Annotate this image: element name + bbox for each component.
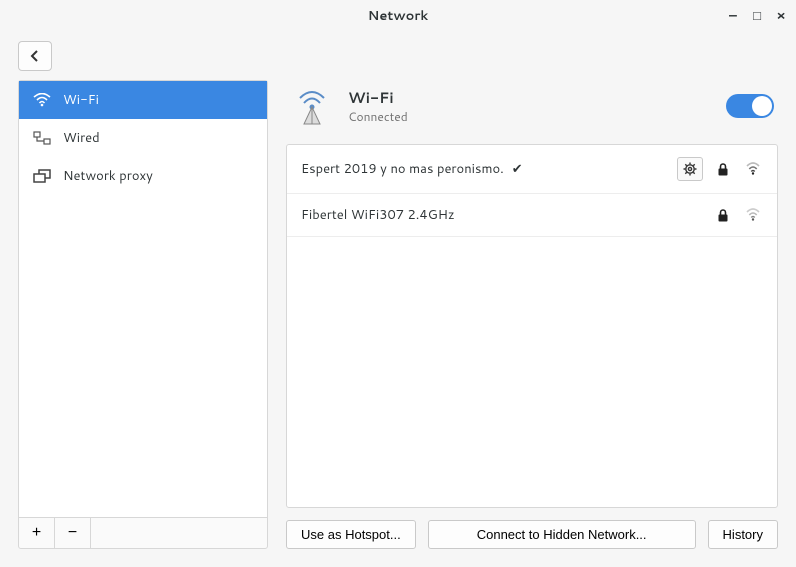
sidebar-item-label: Wi-Fi — [63, 91, 99, 109]
network-row[interactable]: Fibertel WiFi307 2.4GHz — [287, 194, 777, 237]
toggle-knob — [752, 96, 772, 116]
content-area: Wi-Fi Wired Network proxy + − — [0, 80, 796, 567]
connected-check-icon: ✔ — [512, 160, 523, 178]
wifi-signal-icon — [743, 208, 763, 222]
minimize-button[interactable]: – — [728, 11, 738, 21]
connection-status: Connected — [348, 108, 712, 125]
wifi-antenna-icon — [290, 84, 334, 128]
chevron-left-icon — [30, 50, 40, 62]
sidebar: Wi-Fi Wired Network proxy + − — [18, 80, 268, 549]
remove-connection-button[interactable]: − — [55, 518, 91, 548]
network-ssid: Fibertel WiFi307 2.4GHz — [301, 206, 455, 224]
sidebar-item-wifi[interactable]: Wi-Fi — [19, 81, 267, 119]
titlebar-controls: – □ × — [728, 11, 786, 21]
wifi-toggle[interactable] — [726, 94, 774, 118]
network-ssid: Espert 2019 y no mas peronismo. — [301, 160, 504, 178]
use-as-hotspot-button[interactable]: Use as Hotspot... — [286, 520, 416, 549]
wifi-icon — [33, 92, 51, 108]
network-row[interactable]: Espert 2019 y no mas peronismo. ✔ — [287, 145, 777, 194]
wifi-header-text: Wi-Fi Connected — [348, 87, 712, 125]
window-title: Network — [368, 7, 428, 25]
close-button[interactable]: × — [776, 11, 786, 21]
add-connection-button[interactable]: + — [19, 518, 55, 548]
lock-icon — [713, 163, 733, 176]
available-networks-list: Espert 2019 y no mas peronismo. ✔ — [286, 144, 778, 508]
sidebar-item-proxy[interactable]: Network proxy — [19, 157, 267, 195]
sidebar-footer: + − — [18, 517, 268, 549]
sidebar-item-label: Wired — [63, 129, 100, 147]
bottom-button-row: Use as Hotspot... Connect to Hidden Netw… — [286, 508, 778, 549]
wifi-header: Wi-Fi Connected — [286, 80, 778, 144]
back-button[interactable] — [18, 41, 52, 71]
page-title: Wi-Fi — [348, 87, 712, 108]
network-settings-button[interactable] — [677, 157, 703, 181]
gear-icon — [683, 162, 697, 176]
wifi-signal-icon — [743, 162, 763, 176]
maximize-button[interactable]: □ — [752, 11, 762, 21]
proxy-icon — [33, 168, 51, 184]
history-button[interactable]: History — [708, 520, 778, 549]
sidebar-list: Wi-Fi Wired Network proxy — [18, 80, 268, 517]
toolbar — [0, 32, 796, 80]
wired-icon — [33, 130, 51, 146]
main-pane: Wi-Fi Connected Espert 2019 y no mas per… — [286, 80, 778, 549]
network-settings-window: Network – □ × Wi-Fi — [0, 0, 796, 567]
lock-icon — [713, 209, 733, 222]
sidebar-item-label: Network proxy — [63, 167, 153, 185]
sidebar-item-wired[interactable]: Wired — [19, 119, 267, 157]
connect-hidden-network-button[interactable]: Connect to Hidden Network... — [428, 520, 696, 549]
titlebar: Network – □ × — [0, 0, 796, 32]
